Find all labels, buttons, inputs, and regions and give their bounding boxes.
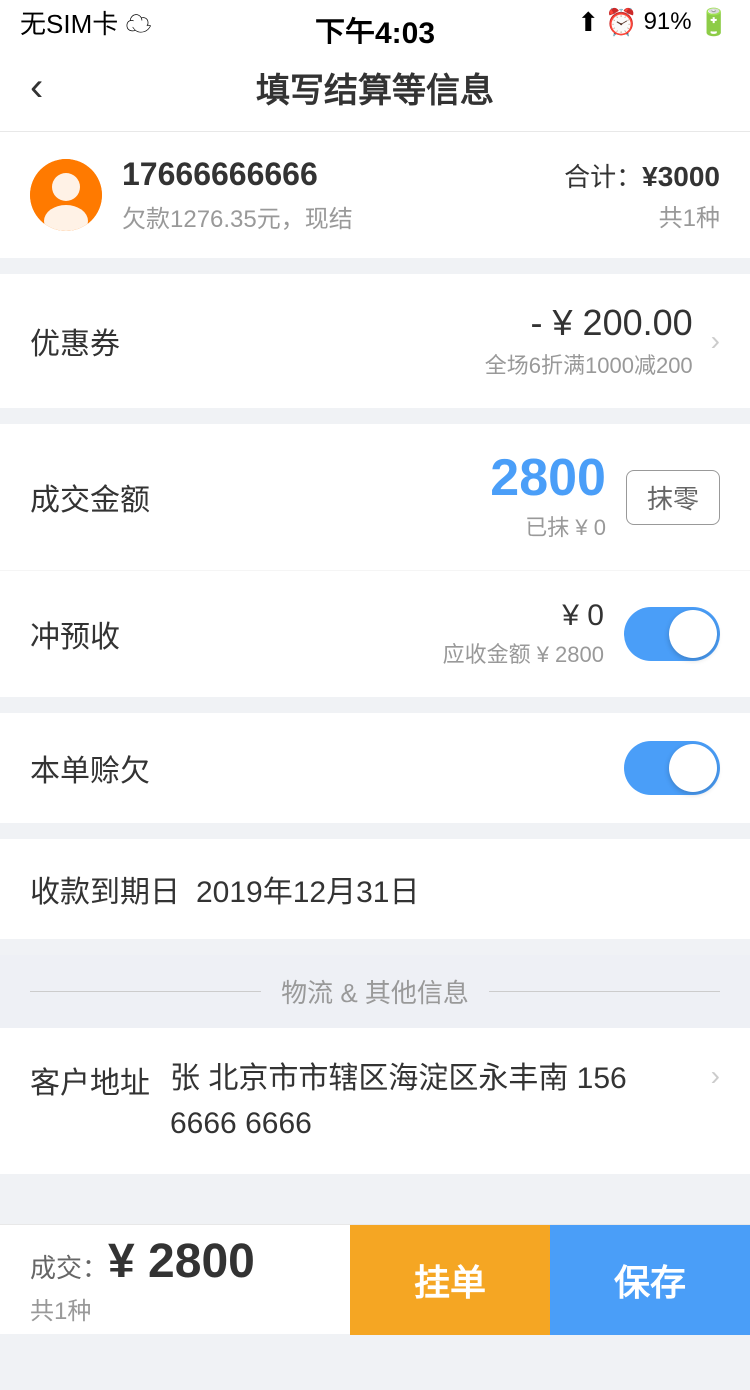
bottom-deal-label: 成交：¥ 2800 xyxy=(30,1234,320,1289)
charge-toggle[interactable] xyxy=(624,607,720,661)
total-amount: ¥3000 xyxy=(642,161,720,192)
hold-button[interactable]: 挂单 xyxy=(350,1225,550,1335)
coupon-row[interactable]: 优惠券 - ¥ 200.00 全场6折满1000减200 › xyxy=(0,274,750,408)
round-button[interactable]: 抹零 xyxy=(626,470,720,525)
customer-row: 17666666666 欠款1276.35元，现结 合计：¥3000 共1种 xyxy=(0,132,750,258)
divider-line-left xyxy=(30,991,261,992)
status-left: 无SIM卡 ☁ xyxy=(20,4,151,41)
customer-subtext: 欠款1276.35元，现结 xyxy=(122,199,353,234)
total-label: 合计： xyxy=(564,162,642,192)
address-label: 客户地址 xyxy=(30,1058,150,1102)
address-section[interactable]: 客户地址 张 北京市市辖区海淀区永丰南 156 6666 6666 › xyxy=(0,1028,750,1174)
coupon-arrow-icon: › xyxy=(711,325,720,357)
debt-label: 本单赊欠 xyxy=(30,746,150,790)
charge-label: 冲预收 xyxy=(30,612,120,656)
address-arrow-icon: › xyxy=(711,1060,720,1092)
status-bar: 无SIM卡 ☁ 下午4:03 ⬆ ⏰ 91% 🔋 xyxy=(0,0,750,44)
debt-toggle[interactable] xyxy=(624,741,720,795)
due-label: 收款到期日 xyxy=(30,867,180,911)
customer-info: 17666666666 欠款1276.35元，现结 xyxy=(122,156,353,234)
bottom-info: 成交：¥ 2800 共1种 xyxy=(0,1234,350,1326)
customer-total: 合计：¥3000 共1种 xyxy=(564,157,720,233)
page-title: 填写结算等信息 xyxy=(256,63,494,112)
customer-phone: 17666666666 xyxy=(122,156,353,193)
debt-toggle-knob xyxy=(669,744,717,792)
deal-value-group: 2800 已抹 ¥ 0 xyxy=(490,452,606,542)
charge-sub: 应收金额 ¥ 2800 xyxy=(443,637,604,669)
deal-prefix: 成交： xyxy=(30,1253,108,1283)
bottom-amount: ¥ 2800 xyxy=(108,1235,255,1288)
coupon-info: - ¥ 200.00 全场6折满1000减200 xyxy=(485,302,693,380)
customer-left: 17666666666 欠款1276.35元，现结 xyxy=(30,156,353,234)
deal-sub: 已抹 ¥ 0 xyxy=(490,510,606,542)
deal-label: 成交金额 xyxy=(30,475,150,519)
charge-amount: ¥ 0 应收金额 ¥ 2800 xyxy=(443,599,604,669)
divider-line-right xyxy=(489,991,720,992)
total-count: 共1种 xyxy=(564,198,720,233)
debt-section: 本单赊欠 xyxy=(0,713,750,823)
coupon-desc: 全场6折满1000减200 xyxy=(485,348,693,380)
deal-amount-row: 成交金额 2800 已抹 ¥ 0 抹零 xyxy=(0,424,750,571)
due-section: 收款到期日 2019年12月31日 xyxy=(0,839,750,939)
address-content: 张 北京市市辖区海淀区永丰南 156 6666 6666 xyxy=(170,1056,691,1146)
coupon-discount: - ¥ 200.00 xyxy=(485,302,693,344)
total-label-amount: 合计：¥3000 xyxy=(564,157,720,194)
deal-right: 2800 已抹 ¥ 0 抹零 xyxy=(490,452,720,542)
alarm-icon: ⏰ xyxy=(605,7,637,38)
due-date: 2019年12月31日 xyxy=(196,867,419,911)
battery-label: 91% xyxy=(644,8,692,36)
coupon-label: 优惠券 xyxy=(30,319,120,363)
bottom-bar: 成交：¥ 2800 共1种 挂单 保存 xyxy=(0,1224,750,1334)
content-area: 17666666666 欠款1276.35元，现结 合计：¥3000 共1种 优… xyxy=(0,132,750,1390)
coupon-right: - ¥ 200.00 全场6折满1000减200 › xyxy=(485,302,720,380)
section-divider: 物流 & 其他信息 xyxy=(0,955,750,1028)
charge-right: ¥ 0 应收金额 ¥ 2800 xyxy=(443,599,720,669)
toggle-knob xyxy=(669,610,717,658)
back-button[interactable]: ‹ xyxy=(30,65,43,110)
divider-text: 物流 & 其他信息 xyxy=(281,973,469,1010)
save-button[interactable]: 保存 xyxy=(550,1225,750,1335)
amount-section: 成交金额 2800 已抹 ¥ 0 抹零 冲预收 ¥ 0 应收金额 ¥ 2800 xyxy=(0,424,750,697)
location-icon: ⬆ xyxy=(577,7,599,38)
status-right: ⬆ ⏰ 91% 🔋 xyxy=(577,7,730,38)
avatar xyxy=(30,159,102,231)
charge-row: 冲预收 ¥ 0 应收金额 ¥ 2800 xyxy=(0,571,750,697)
deal-value: 2800 xyxy=(490,452,606,504)
bottom-count: 共1种 xyxy=(30,1291,320,1326)
sim-label: 无SIM卡 ☁ xyxy=(20,4,151,41)
charge-value: ¥ 0 xyxy=(443,599,604,633)
battery-icon: 🔋 xyxy=(698,7,730,38)
nav-bar: ‹ 填写结算等信息 xyxy=(0,44,750,132)
